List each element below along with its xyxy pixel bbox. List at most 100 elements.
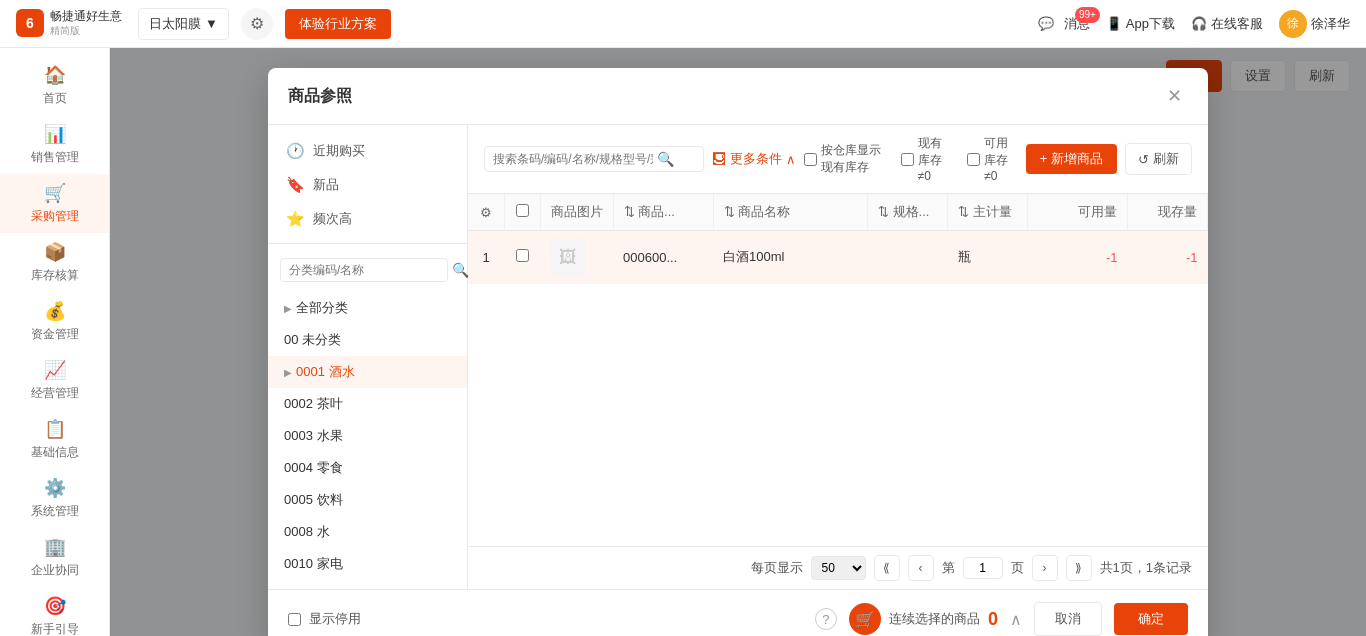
message-badge: 99+: [1075, 7, 1100, 23]
logo: 6 畅捷通好生意 精简版: [16, 9, 126, 37]
sidebar-item-sales-label: 销售管理: [31, 149, 79, 166]
col-header-unit[interactable]: ⇅ 主计量: [948, 194, 1028, 231]
cat-item-0004[interactable]: 0004 零食: [268, 452, 467, 484]
tab-frequent[interactable]: ⭐ 频次高: [276, 203, 459, 235]
app-download-btn[interactable]: 📱 App下载: [1106, 15, 1175, 33]
checkbox-nonzero-avail-input[interactable]: [967, 153, 980, 166]
checkbox-nonzero-avail[interactable]: 可用库存≠0: [967, 135, 1018, 183]
cat-item-0008[interactable]: 0008 水: [268, 516, 467, 548]
col-header-check: [504, 194, 540, 231]
tab-recent[interactable]: 🕐 近期购买: [276, 135, 459, 167]
checkbox-group: 按仓库显示现有库存 现有库存≠0 可用库存≠0: [804, 135, 1018, 183]
add-product-button[interactable]: + 新增商品: [1026, 144, 1117, 174]
product-thumbnail: 🖼: [550, 239, 586, 275]
sidebar: 🏠 首页 📊 销售管理 🛒 采购管理 📦 库存核算 💰 资金管理 📈 经营管理 …: [0, 48, 110, 636]
category-search-input[interactable]: [280, 258, 448, 282]
category-search-icon[interactable]: 🔍: [452, 262, 469, 278]
branch-dropdown[interactable]: 日太阳膜 ▼: [138, 8, 229, 40]
sidebar-item-finance-label: 资金管理: [31, 326, 79, 343]
page-first-button[interactable]: ⟪: [874, 555, 900, 581]
sidebar-item-inventory-label: 库存核算: [31, 267, 79, 284]
sidebar-item-guide-label: 新手引导: [31, 621, 79, 636]
settings-icon[interactable]: ⚙: [241, 8, 273, 40]
sidebar-item-purchase[interactable]: 🛒 采购管理: [0, 174, 109, 233]
checkbox-nonzero-stock-input[interactable]: [901, 153, 914, 166]
table-row[interactable]: 1 🖼 000600... 白酒100ml: [468, 231, 1208, 284]
left-panel: 🕐 近期购买 🔖 新品 ⭐ 频次高: [268, 125, 468, 589]
online-service-btn[interactable]: 🎧 在线客服: [1191, 15, 1263, 33]
cart-icon[interactable]: 🛒: [849, 603, 881, 635]
left-tabs: 🕐 近期购买 🔖 新品 ⭐ 频次高: [268, 135, 467, 235]
product-table: ⚙ 商品图片: [468, 194, 1208, 284]
tab-new[interactable]: 🔖 新品: [276, 169, 459, 201]
active-arrow-icon: ▶: [284, 367, 292, 378]
product-search-input[interactable]: [493, 152, 653, 166]
page-prev-button[interactable]: ‹: [908, 555, 934, 581]
col-header-num: ⚙: [468, 194, 504, 231]
cat-item-0001[interactable]: ▶ 0001 酒水: [268, 356, 467, 388]
sidebar-item-system[interactable]: ⚙️ 系统管理: [0, 469, 109, 528]
sidebar-item-operation[interactable]: 📈 经营管理: [0, 351, 109, 410]
confirm-button[interactable]: 确定: [1114, 603, 1188, 635]
refresh-button[interactable]: ↺ 刷新: [1125, 143, 1192, 175]
inventory-icon: 📦: [44, 241, 66, 263]
row-checkbox[interactable]: [516, 249, 529, 262]
message-icon: 💬: [1038, 16, 1054, 31]
footer-cart: 🛒 连续选择的商品 0: [849, 603, 998, 635]
col-header-name[interactable]: ⇅ 商品名称: [713, 194, 868, 231]
product-reference-modal: 商品参照 ✕ 🕐 近期购买 🔖: [268, 68, 1208, 636]
sidebar-item-home[interactable]: 🏠 首页: [0, 56, 109, 115]
modal-close-button[interactable]: ✕: [1160, 82, 1188, 110]
sidebar-item-sales[interactable]: 📊 销售管理: [0, 115, 109, 174]
cat-item-0005[interactable]: 0005 饮料: [268, 484, 467, 516]
category-tree: ▶ 全部分类 00 未分类 ▶ 0001 酒水 0002 茶: [268, 288, 467, 579]
collapse-up-icon[interactable]: ∧: [1010, 610, 1022, 629]
cat-item-0010[interactable]: 0010 家电: [268, 548, 467, 579]
cat-item-0002[interactable]: 0002 茶叶: [268, 388, 467, 420]
cat-item-0003[interactable]: 0003 水果: [268, 420, 467, 452]
cat-item-all[interactable]: ▶ 全部分类: [268, 292, 467, 324]
main-layout: 🏠 首页 📊 销售管理 🛒 采购管理 📦 库存核算 💰 资金管理 📈 经营管理 …: [0, 48, 1366, 636]
tab-frequent-label: 频次高: [313, 210, 352, 228]
col-header-avail: 可用量: [1028, 194, 1128, 231]
cart-count: 0: [988, 609, 998, 630]
checkbox-nonzero-stock[interactable]: 现有库存≠0: [901, 135, 952, 183]
search-icon[interactable]: 🔍: [657, 151, 674, 167]
sidebar-item-finance[interactable]: 💰 资金管理: [0, 292, 109, 351]
page-size-select[interactable]: 50 100 200: [811, 556, 866, 580]
page-input[interactable]: [963, 557, 1003, 579]
sidebar-item-enterprise[interactable]: 🏢 企业协同: [0, 528, 109, 587]
filter-btn[interactable]: ⛾ 更多条件 ∧: [712, 150, 796, 168]
col-header-code[interactable]: ⇅ 商品...: [613, 194, 713, 231]
tab-recent-label: 近期购买: [313, 142, 365, 160]
cat-item-00[interactable]: 00 未分类: [268, 324, 467, 356]
settings-col-icon[interactable]: ⚙: [480, 205, 492, 220]
help-icon[interactable]: ?: [815, 608, 837, 630]
row-check[interactable]: [504, 231, 540, 284]
col-header-stock: 现存量: [1128, 194, 1208, 231]
page-next-button[interactable]: ›: [1032, 555, 1058, 581]
page-label2: 页: [1011, 559, 1024, 577]
row-spec: [868, 231, 948, 284]
user-avatar[interactable]: 徐 徐泽华: [1279, 10, 1350, 38]
message-btn[interactable]: 💬 99+ 消息: [1038, 15, 1090, 33]
sidebar-item-guide[interactable]: 🎯 新手引导: [0, 587, 109, 636]
checkbox-warehouse[interactable]: 按仓库显示现有库存: [804, 142, 885, 176]
system-icon: ⚙️: [44, 477, 66, 499]
avatar-icon: 徐: [1279, 10, 1307, 38]
show-disabled-checkbox[interactable]: [288, 613, 301, 626]
exp-btn[interactable]: 体验行业方案: [285, 9, 391, 39]
checkbox-warehouse-input[interactable]: [804, 153, 817, 166]
cancel-button[interactable]: 取消: [1034, 602, 1102, 636]
table-body: 1 🖼 000600... 白酒100ml: [468, 231, 1208, 284]
page-last-button[interactable]: ⟫: [1066, 555, 1092, 581]
col-header-spec[interactable]: ⇅ 规格...: [868, 194, 948, 231]
col-header-img: 商品图片: [540, 194, 613, 231]
sidebar-item-inventory[interactable]: 📦 库存核算: [0, 233, 109, 292]
select-all-checkbox[interactable]: [516, 204, 529, 217]
sidebar-item-home-label: 首页: [43, 90, 67, 107]
row-unit: 瓶: [948, 231, 1028, 284]
sidebar-item-basic[interactable]: 📋 基础信息: [0, 410, 109, 469]
page-label: 第: [942, 559, 955, 577]
row-num: 1: [468, 231, 504, 284]
